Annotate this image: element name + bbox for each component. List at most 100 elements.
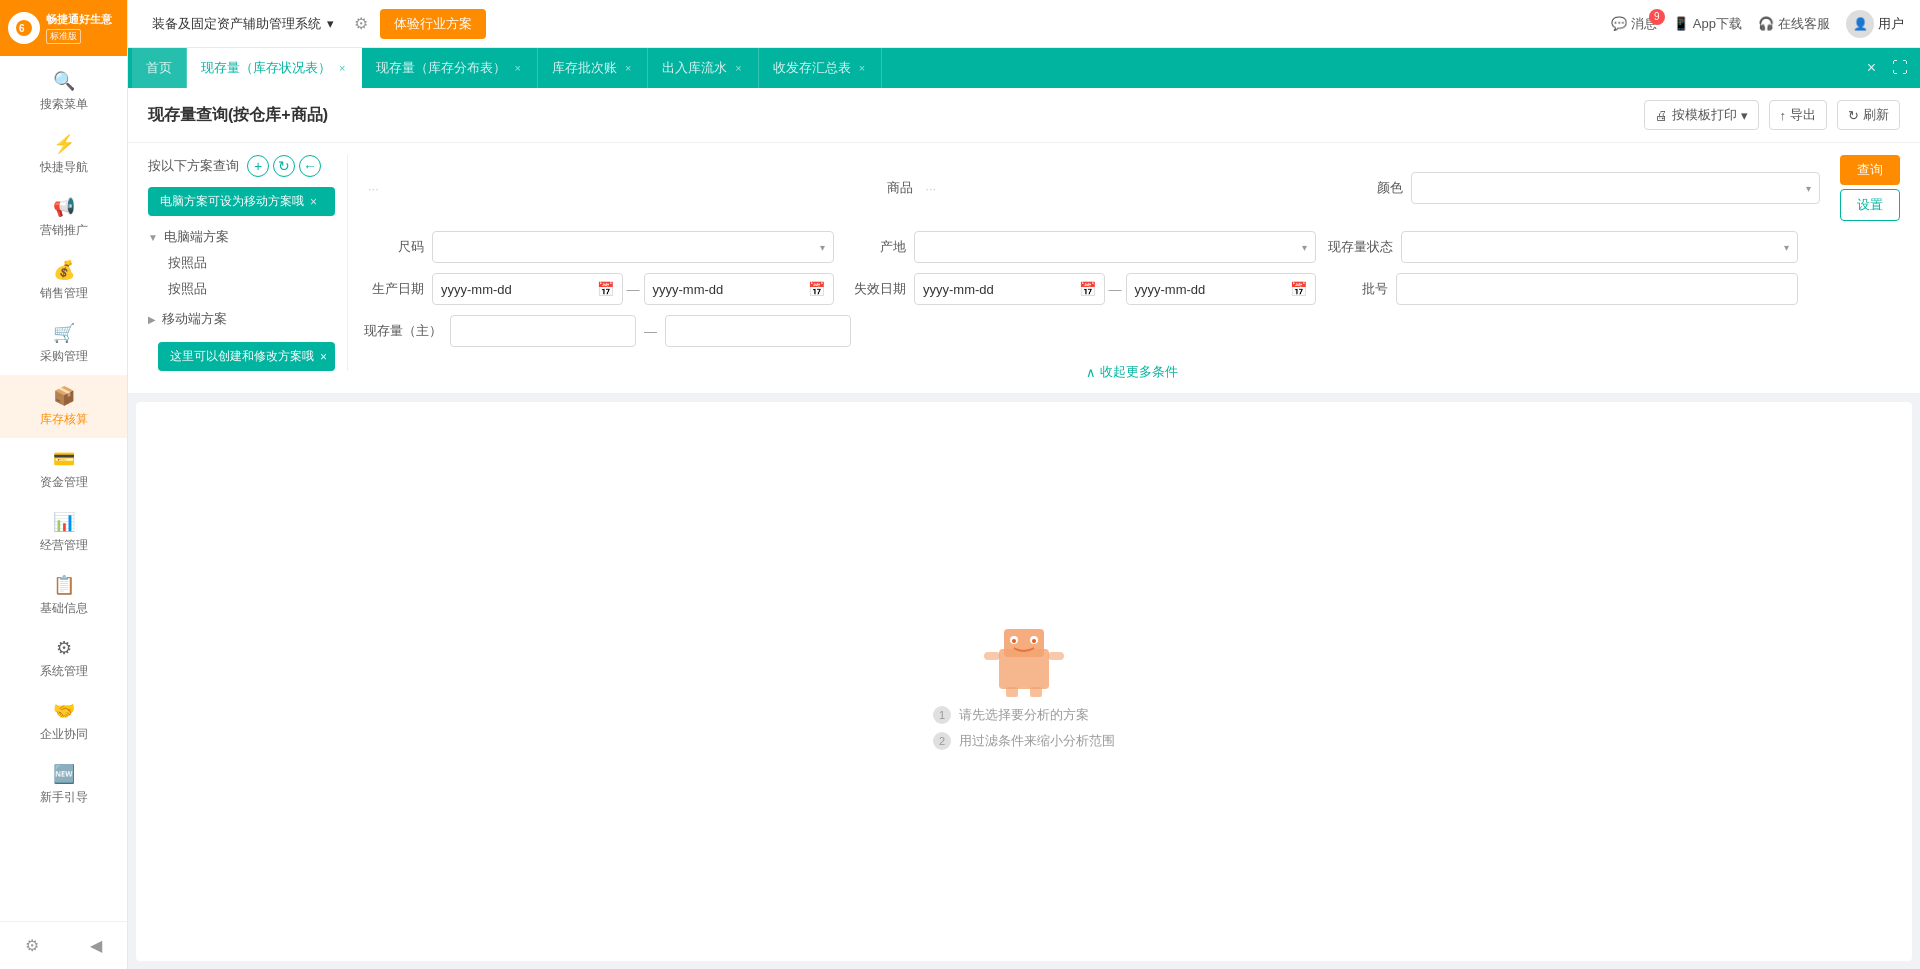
logo-icon: 6: [8, 12, 40, 44]
scheme-group-mobile-header[interactable]: ▶ 移动端方案: [148, 306, 335, 332]
marketing-icon: 📢: [53, 196, 75, 218]
create-tooltip-close[interactable]: ×: [320, 350, 327, 364]
chevron-up-icon: ∧: [1086, 365, 1096, 380]
print-template-label: 按模板打印: [1672, 106, 1737, 124]
page-title: 现存量查询(按仓库+商品): [148, 105, 328, 126]
sidebar-item-label: 销售管理: [40, 285, 88, 302]
refresh-scheme-btn[interactable]: ↻: [273, 155, 295, 177]
prod-date-end[interactable]: yyyy-mm-dd 📅: [644, 273, 835, 305]
tab-inventory-status[interactable]: 现存量（库存状况表） ×: [187, 48, 362, 88]
create-scheme-tooltip: 这里可以创建和修改方案哦 ×: [158, 342, 335, 371]
user-area[interactable]: 👤 用户: [1846, 10, 1904, 38]
filter-label: 按以下方案查询: [148, 157, 239, 175]
sidebar-item-search[interactable]: 🔍 搜索菜单: [0, 60, 127, 123]
settings-gear-icon[interactable]: ⚙: [354, 14, 368, 33]
inv-qty-start-input[interactable]: [450, 315, 636, 347]
color-select[interactable]: ▾: [1411, 172, 1820, 204]
phone-icon: 📱: [1673, 16, 1689, 31]
sidebar-item-marketing[interactable]: 📢 营销推广: [0, 186, 127, 249]
collapse-btn[interactable]: ∧ 收起更多条件: [1086, 363, 1178, 381]
tab-inout-flow[interactable]: 出入库流水 ×: [648, 48, 758, 88]
experience-btn[interactable]: 体验行业方案: [380, 9, 486, 39]
inv-status-arrow-icon: ▾: [1784, 242, 1789, 253]
refresh-btn[interactable]: ↻ 刷新: [1837, 100, 1900, 130]
empty-area: 1 请先选择要分析的方案 2 用过滤条件来缩小分析范围: [136, 402, 1912, 961]
collapse-row: ∧ 收起更多条件: [364, 357, 1900, 381]
messages-badge: 9: [1649, 9, 1665, 25]
tab-recv-summary[interactable]: 收发存汇总表 ×: [759, 48, 882, 88]
inv-status-select[interactable]: ▾: [1401, 231, 1798, 263]
purchase-icon: 🛒: [53, 322, 75, 344]
settings-bottom-btn[interactable]: ⚙: [19, 930, 45, 961]
warehouse-dots[interactable]: ···: [364, 181, 383, 196]
inv-qty-end-input[interactable]: [665, 315, 851, 347]
header-right: 💬 消息 9 📱 App下载 🎧 在线客服 👤 用户: [1611, 10, 1904, 38]
tab-inout-flow-label: 出入库流水: [662, 59, 727, 77]
filter-field-exp-date: 失效日期 yyyy-mm-dd 📅 — yyyy-mm-dd 📅: [846, 273, 1316, 305]
tab-close-inout-flow[interactable]: ×: [733, 60, 743, 76]
tab-batch-ledger[interactable]: 库存批次账 ×: [538, 48, 648, 88]
exp-date-end[interactable]: yyyy-mm-dd 📅: [1126, 273, 1317, 305]
system-selector[interactable]: 装备及固定资产辅助管理系统 ▾: [144, 11, 342, 37]
query-btn[interactable]: 查询: [1840, 155, 1900, 185]
online-support-item[interactable]: 🎧 在线客服: [1758, 15, 1830, 33]
scheme-tooltip-close[interactable]: ×: [310, 195, 317, 209]
batch-input[interactable]: [1396, 273, 1798, 305]
tab-inventory-dist[interactable]: 现存量（库存分布表） ×: [362, 48, 537, 88]
scheme-item-2[interactable]: 按照品: [148, 276, 335, 302]
exp-date-end-placeholder: yyyy-mm-dd: [1135, 282, 1206, 297]
tab-home[interactable]: 首页: [132, 48, 187, 88]
print-template-btn[interactable]: 🖨 按模板打印 ▾: [1644, 100, 1759, 130]
goods-dots[interactable]: ···: [921, 181, 940, 196]
sidebar-item-label: 搜索菜单: [40, 96, 88, 113]
origin-label: 产地: [846, 238, 906, 256]
date-range-sep-2: —: [1109, 282, 1122, 297]
sidebar-item-inventory[interactable]: 📦 库存核算: [0, 375, 127, 438]
app-download-label: App下载: [1693, 15, 1742, 33]
exp-date-start[interactable]: yyyy-mm-dd 📅: [914, 273, 1105, 305]
sidebar-item-purchase[interactable]: 🛒 采购管理: [0, 312, 127, 375]
tab-close-inventory-dist[interactable]: ×: [512, 60, 522, 76]
filter-label-row: 按以下方案查询 + ↻ ←: [148, 155, 335, 177]
size-select[interactable]: ▾: [432, 231, 834, 263]
scheme-group-pc: ▼ 电脑端方案 按照品 按照品: [148, 224, 335, 302]
tab-close-all-btn[interactable]: ×: [1863, 55, 1880, 81]
scheme-item-1[interactable]: 按照品: [148, 250, 335, 276]
search-icon: 🔍: [53, 70, 75, 92]
sidebar-item-label: 基础信息: [40, 600, 88, 617]
filter-field-color: 颜色 ▾: [1343, 172, 1820, 204]
messages-item[interactable]: 💬 消息 9: [1611, 15, 1657, 33]
add-scheme-btn[interactable]: +: [247, 155, 269, 177]
sidebar-item-operation[interactable]: 📊 经营管理: [0, 501, 127, 564]
sidebar-item-finance[interactable]: 💳 资金管理: [0, 438, 127, 501]
sidebar-item-enterprise[interactable]: 🤝 企业协同: [0, 690, 127, 753]
tab-bar: 首页 现存量（库存状况表） × 现存量（库存分布表） × 库存批次账 × 出入库…: [128, 48, 1920, 88]
app-download-item[interactable]: 📱 App下载: [1673, 15, 1742, 33]
tab-close-recv-summary[interactable]: ×: [857, 60, 867, 76]
sidebar-item-quick-nav[interactable]: ⚡ 快捷导航: [0, 123, 127, 186]
sidebar-item-label: 资金管理: [40, 474, 88, 491]
sidebar-item-system[interactable]: ⚙ 系统管理: [0, 627, 127, 690]
scheme-group-pc-header[interactable]: ▼ 电脑端方案: [148, 224, 335, 250]
online-support-label: 在线客服: [1778, 15, 1830, 33]
set-btn[interactable]: 设置: [1840, 189, 1900, 221]
prod-date-start-placeholder: yyyy-mm-dd: [441, 282, 512, 297]
sidebar-item-sales[interactable]: 💰 销售管理: [0, 249, 127, 312]
origin-select[interactable]: ▾: [914, 231, 1316, 263]
collapse-sidebar-btn[interactable]: ◀: [84, 930, 108, 961]
filter-field-inv-status: 现存量状态 ▾: [1328, 231, 1798, 263]
sidebar-item-guide[interactable]: 🆕 新手引导: [0, 753, 127, 816]
sidebar-item-basic[interactable]: 📋 基础信息: [0, 564, 127, 627]
prod-date-start[interactable]: yyyy-mm-dd 📅: [432, 273, 623, 305]
filter-field-warehouse: ···: [364, 181, 841, 196]
collapse-label: 收起更多条件: [1100, 363, 1178, 381]
export-btn[interactable]: ↑ 导出: [1769, 100, 1828, 130]
calendar-icon: 📅: [597, 281, 614, 297]
quick-nav-icon: ⚡: [53, 133, 75, 155]
tab-close-batch-ledger[interactable]: ×: [623, 60, 633, 76]
tab-fullscreen-btn[interactable]: ⛶: [1888, 55, 1912, 81]
back-scheme-btn[interactable]: ←: [299, 155, 321, 177]
filter-row-3: 生产日期 yyyy-mm-dd 📅 — yyyy-mm-dd 📅: [364, 273, 1900, 305]
tab-batch-ledger-label: 库存批次账: [552, 59, 617, 77]
tab-close-inventory-status[interactable]: ×: [337, 60, 347, 76]
